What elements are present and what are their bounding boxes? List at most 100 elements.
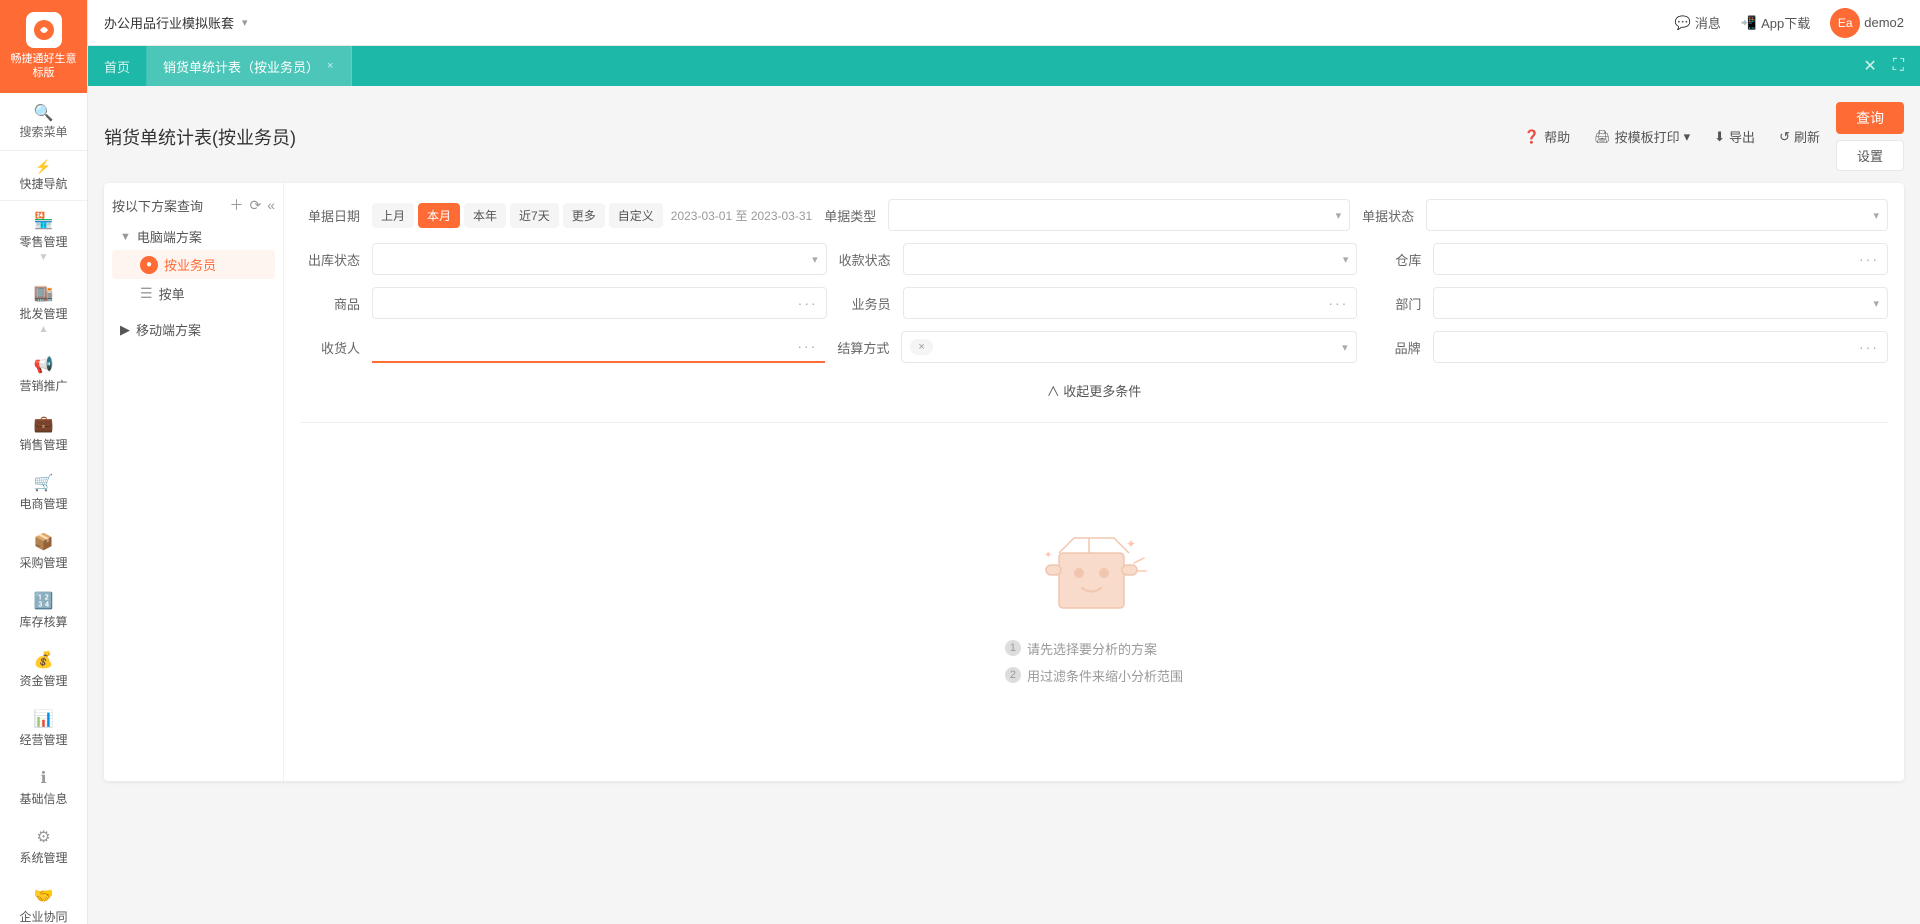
left-panel-header: 按以下方案查询 ＋ ⟳ « bbox=[112, 195, 275, 215]
sidebar-quick-nav[interactable]: ⚡ 快捷导航 bbox=[0, 151, 87, 201]
doc-type-select[interactable]: ▾ bbox=[888, 199, 1350, 231]
stock-status-label: 出库状态 bbox=[300, 250, 360, 269]
date-buttons: 上月 本月 本年 近7天 更多 自定义 2023-03-01 至 2023-03… bbox=[372, 203, 812, 228]
export-label: 导出 bbox=[1729, 127, 1755, 146]
sidebar-item-ecommerce[interactable]: 🛒 电商管理 bbox=[0, 463, 87, 522]
date-more[interactable]: 更多 bbox=[563, 203, 605, 228]
retail-icon: 🏪 bbox=[34, 211, 54, 231]
doc-status-select[interactable]: ▾ bbox=[1426, 199, 1888, 231]
goods-label: 商品 bbox=[300, 294, 360, 313]
filter-row-1: 单据日期 上月 本月 本年 近7天 更多 自定义 2023-03-01 至 20… bbox=[300, 199, 1888, 231]
left-panel-icons: ＋ ⟳ « bbox=[229, 195, 275, 215]
sidebar-item-enterprise[interactable]: 🤝 企业协同 bbox=[0, 876, 87, 924]
mobile-toggle-icon: ▶ bbox=[120, 322, 130, 338]
tab-expand-icon[interactable]: ⛶ bbox=[1889, 53, 1908, 79]
warehouse-select[interactable]: ··· bbox=[1433, 243, 1888, 275]
salesperson-select[interactable]: ··· bbox=[903, 287, 1358, 319]
sidebar-item-operations[interactable]: 📊 经营管理 bbox=[0, 699, 87, 758]
goods-select[interactable]: ··· bbox=[372, 287, 827, 319]
scheme-item-by-salesperson[interactable]: ● 按业务员 bbox=[112, 250, 275, 279]
right-panel: 单据日期 上月 本月 本年 近7天 更多 自定义 2023-03-01 至 20… bbox=[284, 183, 1904, 781]
tab-home[interactable]: 首页 bbox=[88, 46, 147, 86]
content-wrapper: 按以下方案查询 ＋ ⟳ « ▼ 电脑端方案 ● 按业务员 bbox=[104, 183, 1904, 781]
app-download-label: App下载 bbox=[1761, 13, 1810, 32]
tab-close-icon[interactable]: × bbox=[325, 58, 335, 74]
sidebar-logo[interactable]: 畅捷通好生意 标版 bbox=[0, 0, 88, 93]
sidebar-item-sales[interactable]: 💼 销售管理 bbox=[0, 404, 87, 463]
sidebar-item-basic[interactable]: ℹ 基础信息 bbox=[0, 758, 87, 817]
finance-label: 资金管理 bbox=[19, 672, 67, 689]
scheme-group-mobile-toggle[interactable]: ▶ 移动端方案 bbox=[112, 316, 275, 343]
refresh-scheme-icon[interactable]: ⟳ bbox=[249, 197, 261, 214]
template-print-btn[interactable]: 🖨 按模板打印 ▾ bbox=[1586, 123, 1698, 150]
mobile-scheme-label: 移动端方案 bbox=[136, 320, 201, 339]
app-download-action[interactable]: 📲 App下载 bbox=[1741, 13, 1810, 32]
payment-method-tag-close[interactable]: × bbox=[918, 341, 924, 353]
sidebar-item-retail[interactable]: 🏪 零售管理 ▼ bbox=[0, 201, 87, 273]
sidebar-item-marketing[interactable]: 📢 营销推广 bbox=[0, 345, 87, 404]
sidebar-item-purchase[interactable]: 📦 采购管理 bbox=[0, 522, 87, 581]
date-this-year[interactable]: 本年 bbox=[464, 203, 506, 228]
stock-status-select[interactable]: ▾ bbox=[372, 243, 827, 275]
svg-text:✦: ✦ bbox=[1044, 550, 1052, 561]
sidebar: 畅捷通好生意 标版 🔍 搜索菜单 ⚡ 快捷导航 🏪 零售管理 ▼ 🏬 批发管理 … bbox=[0, 0, 88, 924]
sidebar-item-system[interactable]: ⚙ 系统管理 bbox=[0, 817, 87, 876]
refresh-btn[interactable]: ↺ 刷新 bbox=[1771, 123, 1828, 150]
filter-section: 单据日期 上月 本月 本年 近7天 更多 自定义 2023-03-01 至 20… bbox=[300, 199, 1888, 423]
collapse-more-btn[interactable]: ∧ 收起更多条件 bbox=[1035, 375, 1154, 406]
help-label: 帮助 bbox=[1544, 127, 1570, 146]
payment-status-select[interactable]: ▾ bbox=[903, 243, 1358, 275]
filter-row-4: 收货人 ··· 结算方式 × ▾ 品牌 bbox=[300, 331, 1888, 363]
tab-close-all-icon[interactable]: ✕ bbox=[1859, 52, 1880, 80]
empty-tip-1: 1 请先选择要分析的方案 bbox=[1005, 639, 1183, 658]
page-title: 销货单统计表(按业务员) bbox=[104, 124, 296, 150]
help-icon: ❓ bbox=[1524, 129, 1540, 145]
marketing-icon: 📢 bbox=[34, 355, 54, 375]
header-right: 💬 消息 📲 App下载 Ea demo2 bbox=[1675, 8, 1904, 38]
payment-method-select[interactable]: × ▾ bbox=[901, 331, 1356, 363]
wholesale-arrow: ▲ bbox=[39, 324, 49, 335]
sidebar-item-finance[interactable]: 💰 资金管理 bbox=[0, 640, 87, 699]
consignee-input[interactable]: ··· bbox=[372, 331, 825, 363]
tab-home-label: 首页 bbox=[104, 57, 130, 76]
tip-2-text: 用过滤条件来缩小分析范围 bbox=[1027, 666, 1183, 685]
date-custom[interactable]: 自定义 bbox=[609, 203, 663, 228]
scheme-group-desktop-toggle[interactable]: ▼ 电脑端方案 bbox=[112, 223, 275, 250]
brand-select[interactable]: ··· bbox=[1433, 331, 1888, 363]
retail-label: 零售管理 bbox=[19, 233, 67, 250]
sales-icon: 💼 bbox=[34, 414, 54, 434]
user-profile[interactable]: Ea demo2 bbox=[1830, 8, 1904, 38]
enterprise-icon: 🤝 bbox=[34, 886, 54, 906]
app-download-icon: 📲 bbox=[1741, 15, 1757, 31]
dept-arrow: ▾ bbox=[1873, 297, 1879, 310]
operations-icon: 📊 bbox=[34, 709, 54, 729]
date-last-month[interactable]: 上月 bbox=[372, 203, 414, 228]
logo-icon bbox=[26, 12, 62, 48]
sidebar-search[interactable]: 🔍 搜索菜单 bbox=[0, 93, 87, 151]
header-dropdown-icon[interactable]: ▾ bbox=[242, 16, 248, 29]
query-button[interactable]: 查询 bbox=[1836, 102, 1904, 134]
collapse-panel-icon[interactable]: « bbox=[267, 197, 275, 213]
dept-select[interactable]: ▾ bbox=[1433, 287, 1888, 319]
date-this-month[interactable]: 本月 bbox=[418, 203, 460, 228]
settings-button[interactable]: 设置 bbox=[1836, 140, 1904, 171]
page-content: 销货单统计表(按业务员) ❓ 帮助 🖨 按模板打印 ▾ ⬇ 导出 ↺ 刷新 bbox=[88, 86, 1920, 924]
sidebar-item-wholesale[interactable]: 🏬 批发管理 ▲ bbox=[0, 273, 87, 345]
salesperson-label: 业务员 bbox=[839, 294, 891, 313]
refresh-label: 刷新 bbox=[1794, 127, 1820, 146]
scheme-group-desktop: ▼ 电脑端方案 ● 按业务员 ☰ 按单 bbox=[112, 223, 275, 308]
add-scheme-icon[interactable]: ＋ bbox=[229, 195, 243, 215]
export-btn[interactable]: ⬇ 导出 bbox=[1706, 123, 1763, 150]
sidebar-item-inventory[interactable]: 🔢 库存核算 bbox=[0, 581, 87, 640]
scheme-item-by-order[interactable]: ☰ 按单 bbox=[112, 279, 275, 308]
svg-text:✦: ✦ bbox=[1126, 537, 1136, 551]
finance-icon: 💰 bbox=[34, 650, 54, 670]
tab-sales-report[interactable]: 销货单统计表（按业务员） × bbox=[147, 46, 352, 86]
header-title: 办公用品行业模拟账套 bbox=[104, 13, 234, 32]
payment-method-arrow: ▾ bbox=[1342, 341, 1348, 354]
date-7days[interactable]: 近7天 bbox=[510, 203, 559, 228]
main-area: 办公用品行业模拟账套 ▾ 💬 消息 📲 App下载 Ea demo2 首页 bbox=[88, 0, 1920, 924]
msg-action[interactable]: 💬 消息 bbox=[1675, 13, 1721, 32]
date-range-text: 2023-03-01 至 2023-03-31 bbox=[671, 207, 812, 224]
help-btn[interactable]: ❓ 帮助 bbox=[1516, 123, 1578, 150]
